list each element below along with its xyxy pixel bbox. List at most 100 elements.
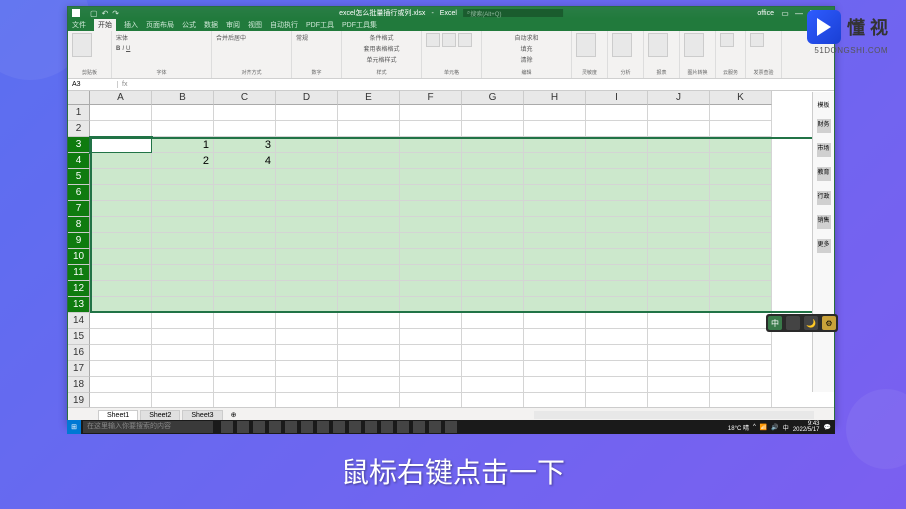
- title-search[interactable]: ⌕ 搜索(Alt+Q): [463, 9, 563, 17]
- menu-formula[interactable]: 公式: [182, 20, 196, 30]
- row-header[interactable]: 15: [68, 329, 90, 345]
- menu-pdf2[interactable]: PDF工具集: [342, 20, 377, 30]
- font-name-select[interactable]: 宋体: [116, 33, 128, 42]
- row-header[interactable]: 5: [68, 169, 90, 185]
- menu-pdf[interactable]: PDF工具: [306, 20, 334, 30]
- fill-button[interactable]: 填充: [520, 44, 532, 53]
- qat-undo-icon[interactable]: ↶: [102, 9, 109, 18]
- clear-button[interactable]: 清除: [520, 55, 532, 64]
- sheet-tab[interactable]: Sheet2: [140, 410, 180, 420]
- row-header[interactable]: 1: [68, 105, 90, 121]
- row-header[interactable]: 18: [68, 377, 90, 393]
- taskbar-app-icon[interactable]: [381, 421, 393, 433]
- side-admin-icon[interactable]: 行政: [817, 191, 831, 205]
- row-header[interactable]: 3: [68, 137, 90, 153]
- ime-cn-button[interactable]: 中: [768, 316, 782, 330]
- row-header[interactable]: 4: [68, 153, 90, 169]
- store-icon[interactable]: [301, 421, 313, 433]
- row-header[interactable]: 7: [68, 201, 90, 217]
- row-header[interactable]: 12: [68, 281, 90, 297]
- taskbar-app-icon[interactable]: [333, 421, 345, 433]
- menu-view[interactable]: 视图: [248, 20, 262, 30]
- start-button[interactable]: ⊞: [67, 420, 81, 434]
- tray-ime-icon[interactable]: 中: [783, 423, 789, 432]
- cortana-icon[interactable]: [237, 421, 249, 433]
- menu-home[interactable]: 开始: [94, 18, 116, 32]
- row-header[interactable]: 17: [68, 361, 90, 377]
- col-header[interactable]: J: [648, 91, 710, 105]
- row-header[interactable]: 10: [68, 249, 90, 265]
- paste-icon[interactable]: [72, 33, 92, 57]
- col-header[interactable]: A: [90, 91, 152, 105]
- taskbar-search[interactable]: 在这里输入你要搜索的内容: [83, 421, 213, 433]
- wechat-icon[interactable]: [365, 421, 377, 433]
- notification-icon[interactable]: 💬: [824, 424, 831, 431]
- browser-icon[interactable]: [349, 421, 361, 433]
- taskbar-app-icon[interactable]: [429, 421, 441, 433]
- col-header[interactable]: F: [400, 91, 462, 105]
- cloud-icon[interactable]: [720, 33, 734, 47]
- minimize-button[interactable]: —: [792, 7, 806, 19]
- report-icon[interactable]: [648, 33, 668, 57]
- col-header[interactable]: G: [462, 91, 524, 105]
- sheet-tab[interactable]: Sheet1: [98, 410, 138, 420]
- qat-redo-icon[interactable]: ↷: [112, 9, 119, 18]
- side-sales-icon[interactable]: 销售: [817, 215, 831, 229]
- menu-data[interactable]: 数据: [204, 20, 218, 30]
- menu-layout[interactable]: 页面布局: [146, 20, 174, 30]
- ime-punct-button[interactable]: [786, 316, 800, 330]
- col-header[interactable]: C: [214, 91, 276, 105]
- side-market-icon[interactable]: 市场: [817, 143, 831, 157]
- horizontal-scrollbar[interactable]: [534, 411, 814, 419]
- mail-icon[interactable]: [317, 421, 329, 433]
- fx-icon[interactable]: fx: [118, 81, 131, 88]
- addin-icon[interactable]: [750, 33, 764, 47]
- word-icon[interactable]: [397, 421, 409, 433]
- select-all-corner[interactable]: [68, 91, 90, 105]
- autosum-button[interactable]: 自动求和: [514, 33, 538, 42]
- table-format-button[interactable]: 套用表格格式: [363, 44, 399, 53]
- excel-taskbar-icon[interactable]: [413, 421, 425, 433]
- weather-widget[interactable]: 18°C 晴: [728, 423, 749, 432]
- cell-style-button[interactable]: 单元格样式: [366, 55, 396, 64]
- merge-button[interactable]: 合并后居中: [216, 33, 246, 42]
- analyze-icon[interactable]: [612, 33, 632, 57]
- explorer-icon[interactable]: [285, 421, 297, 433]
- col-header[interactable]: D: [276, 91, 338, 105]
- delete-cells-icon[interactable]: [442, 33, 456, 47]
- ime-floating-bar[interactable]: 中 🌙 ⚙: [766, 314, 838, 332]
- number-format-select[interactable]: 常规: [296, 33, 308, 42]
- menu-auto[interactable]: 自动执行: [270, 20, 298, 30]
- name-box[interactable]: A3: [68, 81, 118, 88]
- italic-icon[interactable]: I: [122, 46, 124, 52]
- row-header[interactable]: 13: [68, 297, 90, 313]
- row-header[interactable]: 6: [68, 185, 90, 201]
- col-header[interactable]: K: [710, 91, 772, 105]
- row-header[interactable]: 8: [68, 217, 90, 233]
- col-header[interactable]: E: [338, 91, 400, 105]
- task-view-icon[interactable]: [221, 421, 233, 433]
- sensitivity-icon[interactable]: [576, 33, 596, 57]
- ribbon-options-icon[interactable]: ▭: [778, 7, 792, 19]
- format-cells-icon[interactable]: [458, 33, 472, 47]
- taskbar-app-icon[interactable]: [269, 421, 281, 433]
- menu-file[interactable]: 文件: [72, 20, 86, 30]
- underline-icon[interactable]: U: [126, 46, 130, 52]
- side-edu-icon[interactable]: 教育: [817, 167, 831, 181]
- tray-volume-icon[interactable]: 🔊: [771, 424, 778, 431]
- col-header[interactable]: I: [586, 91, 648, 105]
- tray-wifi-icon[interactable]: 📶: [760, 424, 767, 431]
- qat-save-icon[interactable]: ▢: [90, 9, 98, 18]
- menu-review[interactable]: 审阅: [226, 20, 240, 30]
- tray-chevron-icon[interactable]: ^: [753, 424, 756, 430]
- col-header[interactable]: B: [152, 91, 214, 105]
- edge-icon[interactable]: [253, 421, 265, 433]
- row-header[interactable]: 16: [68, 345, 90, 361]
- side-more-icon[interactable]: 更多: [817, 239, 831, 253]
- cells-grid[interactable]: 13 24: [90, 105, 834, 407]
- cond-format-button[interactable]: 条件格式: [369, 33, 393, 42]
- record-icon[interactable]: [445, 421, 457, 433]
- clock-date[interactable]: 2022/5/17: [793, 427, 820, 433]
- side-finance-icon[interactable]: 财务: [817, 119, 831, 133]
- menu-insert[interactable]: 插入: [124, 20, 138, 30]
